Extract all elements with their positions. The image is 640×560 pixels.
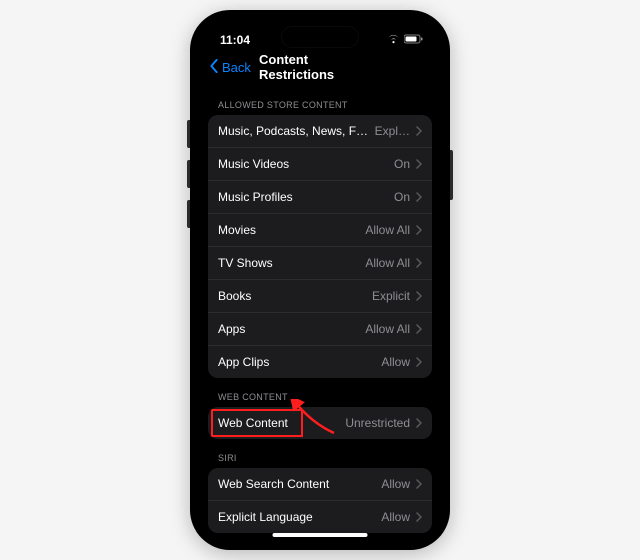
row-music-videos[interactable]: Music Videos On bbox=[208, 147, 432, 180]
row-tv-shows[interactable]: TV Shows Allow All bbox=[208, 246, 432, 279]
row-app-clips[interactable]: App Clips Allow bbox=[208, 345, 432, 378]
row-value: Allow All bbox=[365, 256, 410, 270]
content-scroll[interactable]: ALLOWED STORE CONTENT Music, Podcasts, N… bbox=[198, 86, 442, 542]
back-button[interactable]: Back bbox=[208, 59, 251, 76]
status-time: 11:04 bbox=[220, 33, 250, 47]
row-web-content[interactable]: Web Content Unrestricted bbox=[208, 407, 432, 439]
row-label: Apps bbox=[218, 322, 365, 336]
section-header-web: WEB CONTENT bbox=[208, 378, 432, 407]
row-label: Music Videos bbox=[218, 157, 394, 171]
row-movies[interactable]: Movies Allow All bbox=[208, 213, 432, 246]
chevron-left-icon bbox=[208, 59, 220, 76]
row-value: Allow All bbox=[365, 322, 410, 336]
row-value: Allow bbox=[381, 510, 410, 524]
group-web-content: Web Content Unrestricted bbox=[208, 407, 432, 439]
row-value: Expl… bbox=[375, 124, 410, 138]
chevron-right-icon bbox=[416, 225, 422, 235]
row-value: Allow All bbox=[365, 223, 410, 237]
row-label: Music Profiles bbox=[218, 190, 394, 204]
row-music-podcasts-news-fitness[interactable]: Music, Podcasts, News, Fitness Expl… bbox=[208, 115, 432, 147]
row-explicit-language[interactable]: Explicit Language Allow bbox=[208, 500, 432, 533]
nav-bar: Back Content Restrictions bbox=[198, 52, 442, 86]
battery-icon bbox=[404, 33, 424, 47]
status-icons bbox=[387, 33, 424, 47]
row-value: Allow bbox=[381, 355, 410, 369]
row-value: On bbox=[394, 190, 410, 204]
row-value: Unrestricted bbox=[345, 416, 410, 430]
row-music-profiles[interactable]: Music Profiles On bbox=[208, 180, 432, 213]
row-value: Allow bbox=[381, 477, 410, 491]
chevron-right-icon bbox=[416, 479, 422, 489]
chevron-right-icon bbox=[416, 418, 422, 428]
chevron-right-icon bbox=[416, 357, 422, 367]
chevron-right-icon bbox=[416, 512, 422, 522]
row-apps[interactable]: Apps Allow All bbox=[208, 312, 432, 345]
row-label: Web Search Content bbox=[218, 477, 381, 491]
row-label: Explicit Language bbox=[218, 510, 381, 524]
row-label: Movies bbox=[218, 223, 365, 237]
section-header-allowed: ALLOWED STORE CONTENT bbox=[208, 86, 432, 115]
row-label: App Clips bbox=[218, 355, 381, 369]
group-allowed-store-content: Music, Podcasts, News, Fitness Expl… Mus… bbox=[208, 115, 432, 378]
row-label: Music, Podcasts, News, Fitness bbox=[218, 124, 375, 138]
section-header-siri: SIRI bbox=[208, 439, 432, 468]
chevron-right-icon bbox=[416, 192, 422, 202]
home-indicator[interactable] bbox=[273, 533, 368, 537]
row-label: Books bbox=[218, 289, 372, 303]
wifi-icon bbox=[387, 33, 400, 47]
row-value: Explicit bbox=[372, 289, 410, 303]
row-label: TV Shows bbox=[218, 256, 365, 270]
iphone-frame: 11:04 Back Content Restrictions ALLOWED … bbox=[190, 10, 450, 550]
row-books[interactable]: Books Explicit bbox=[208, 279, 432, 312]
chevron-right-icon bbox=[416, 324, 422, 334]
back-label: Back bbox=[222, 60, 251, 75]
dynamic-island bbox=[281, 26, 359, 48]
chevron-right-icon bbox=[416, 258, 422, 268]
row-web-search-content[interactable]: Web Search Content Allow bbox=[208, 468, 432, 500]
chevron-right-icon bbox=[416, 159, 422, 169]
chevron-right-icon bbox=[416, 291, 422, 301]
row-label: Web Content bbox=[218, 416, 345, 430]
group-siri: Web Search Content Allow Explicit Langua… bbox=[208, 468, 432, 533]
row-value: On bbox=[394, 157, 410, 171]
screen: 11:04 Back Content Restrictions ALLOWED … bbox=[198, 18, 442, 542]
page-title: Content Restrictions bbox=[259, 52, 381, 82]
chevron-right-icon bbox=[416, 126, 422, 136]
